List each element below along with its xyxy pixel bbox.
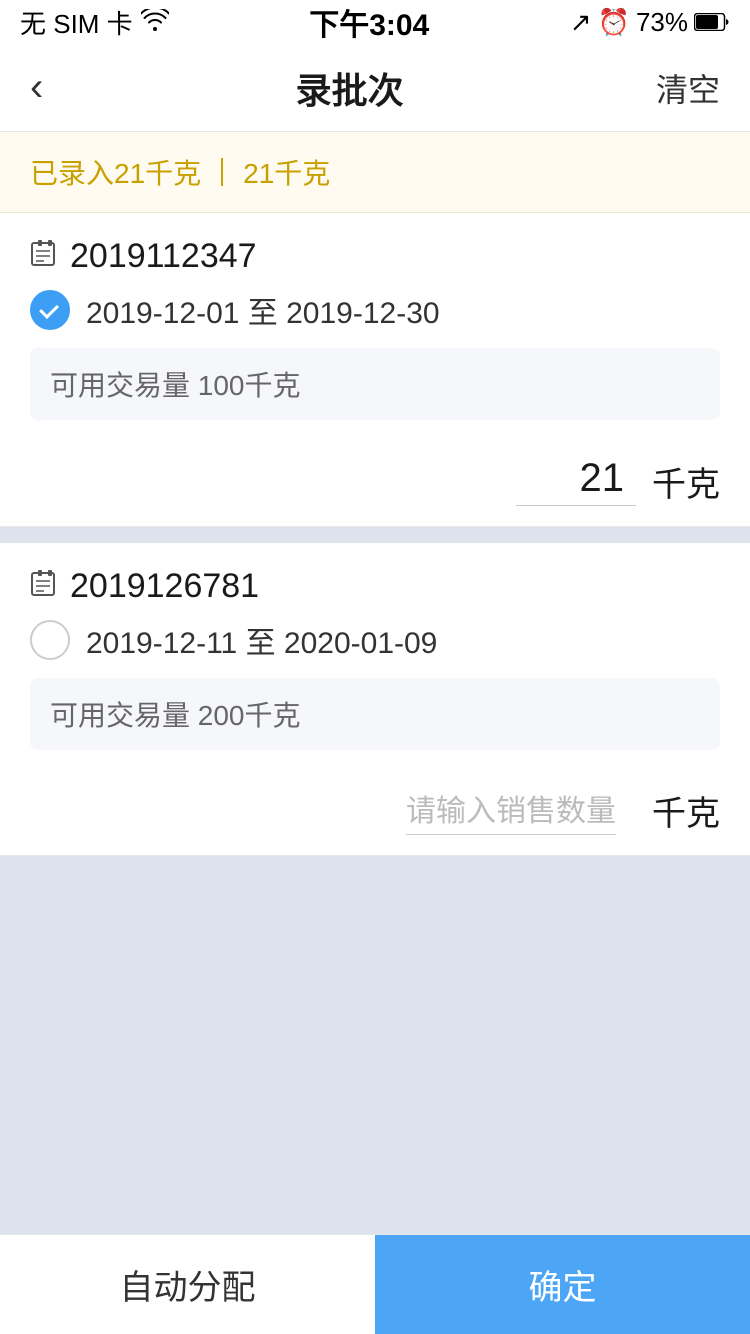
status-bar-right: ↗ ⏰ 73% — [570, 7, 730, 38]
no-sim-text: 无 SIM 卡 — [20, 4, 133, 41]
batch2-icon — [30, 569, 60, 605]
section-divider-1 — [0, 527, 750, 543]
batch2-quantity-row: 请输入销售数量 千克 — [0, 766, 750, 856]
batch1-radio[interactable] — [30, 290, 70, 330]
batch1-available-box: 可用交易量 100千克 — [30, 348, 720, 420]
batch2-unit: 千克 — [652, 786, 720, 835]
batch2-quantity-placeholder: 请输入销售数量 — [406, 795, 616, 828]
status-bar: 无 SIM 卡 下午3:04 ↗ ⏰ 73% — [0, 0, 750, 44]
gray-background-area — [0, 856, 750, 1256]
bottom-bar: 自动分配 确定 — [0, 1234, 750, 1334]
batch1-date-row[interactable]: 2019-12-01 至 2019-12-30 — [30, 288, 720, 332]
nav-bar: ‹ 录批次 清空 — [0, 44, 750, 132]
battery-text: 73% — [636, 7, 688, 38]
batch1-available: 可用交易量 100千克 — [50, 370, 301, 401]
batch2-available: 可用交易量 200千克 — [50, 700, 301, 731]
batch2-available-box: 可用交易量 200千克 — [30, 678, 720, 750]
wifi-icon — [141, 7, 169, 38]
auto-distribute-button[interactable]: 自动分配 — [0, 1235, 375, 1334]
batch1-unit: 千克 — [652, 457, 720, 506]
batch2-id-row: 2019126781 — [30, 567, 720, 606]
confirm-button[interactable]: 确定 — [375, 1235, 750, 1334]
batch-item-2: 2019126781 2019-12-11 至 2020-01-09 可用交易量… — [0, 543, 750, 856]
batch2-quantity-input-wrapper[interactable]: 请输入销售数量 — [406, 786, 616, 835]
location-icon: ↗ — [570, 7, 592, 38]
batch1-id: 2019112347 — [70, 237, 257, 276]
info-divider — [221, 158, 223, 186]
batch1-icon — [30, 239, 60, 275]
batch2-date: 2019-12-11 至 2020-01-09 — [86, 618, 437, 662]
recorded-amount: 已录入21千克 — [30, 152, 201, 192]
total-amount: 21千克 — [243, 152, 330, 192]
batch2-id: 2019126781 — [70, 567, 259, 606]
status-bar-time: 下午3:04 — [309, 0, 429, 44]
batch1-quantity-input[interactable]: 21 — [516, 456, 636, 506]
back-button[interactable]: ‹ — [30, 65, 43, 110]
batch1-date: 2019-12-01 至 2019-12-30 — [86, 288, 440, 332]
batch-item-1: 2019112347 2019-12-01 至 2019-12-30 可用交易量… — [0, 213, 750, 527]
page-title: 录批次 — [296, 62, 404, 114]
batch2-date-row[interactable]: 2019-12-11 至 2020-01-09 — [30, 618, 720, 662]
batch2-radio[interactable] — [30, 620, 70, 660]
batch1-quantity-row: 21 千克 — [0, 436, 750, 527]
battery-icon — [694, 7, 730, 38]
clear-button[interactable]: 清空 — [656, 65, 720, 111]
batch1-id-row: 2019112347 — [30, 237, 720, 276]
status-bar-left: 无 SIM 卡 — [20, 4, 169, 41]
info-bar: 已录入21千克 21千克 — [0, 132, 750, 213]
alarm-icon: ⏰ — [598, 7, 630, 38]
batch1-quantity-value: 21 — [580, 456, 625, 500]
